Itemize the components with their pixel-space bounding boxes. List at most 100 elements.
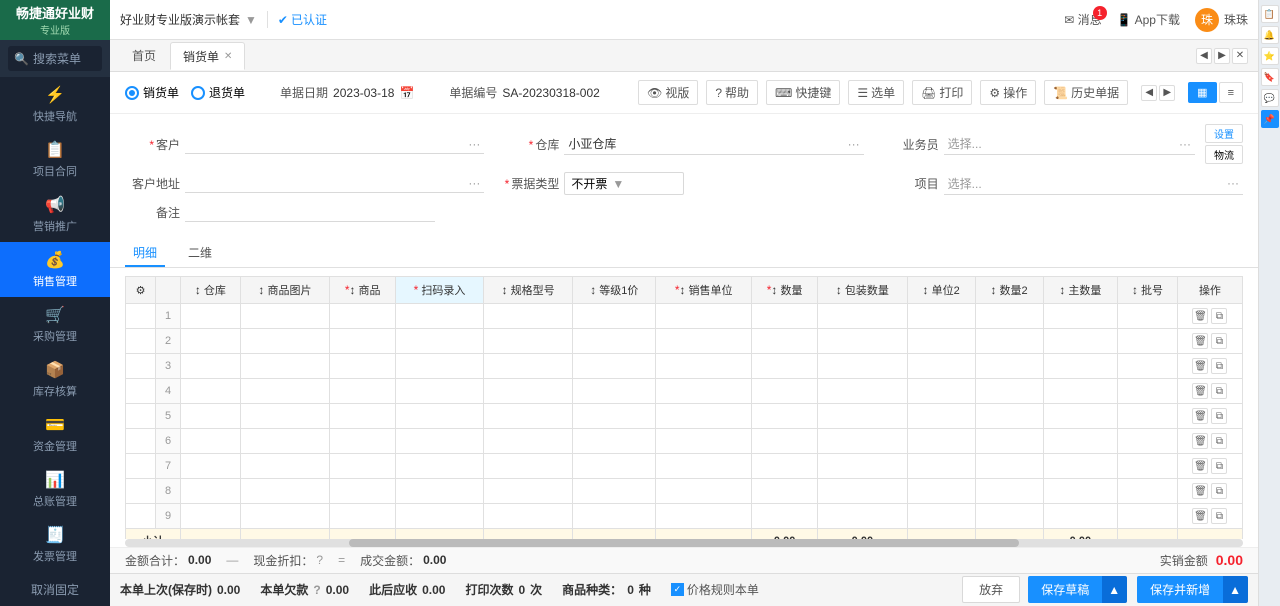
date-value[interactable]: 2023-03-18 [333,86,394,100]
cell[interactable] [483,429,573,454]
sidebar-item-marketing[interactable]: 📢 营销推广 [0,187,110,242]
cell[interactable] [126,379,156,404]
cell[interactable] [1118,354,1178,379]
operation-button[interactable]: ⚙操作 [980,80,1036,105]
th-unit2[interactable]: ↕ 单位2 [907,277,975,304]
cell[interactable] [240,429,330,454]
cell[interactable] [573,354,656,379]
save-new-button[interactable]: 保存并新增 [1137,576,1223,603]
sidebar-item-kuaijie[interactable]: ⚡ 快捷导航 [0,77,110,132]
cell[interactable] [396,404,484,429]
cell[interactable] [181,379,241,404]
row-delete-btn[interactable]: 🗑 [1192,333,1208,349]
cell[interactable] [1118,429,1178,454]
cell[interactable] [1043,329,1118,354]
cell[interactable] [656,504,752,529]
cell[interactable] [752,454,818,479]
cell[interactable] [818,404,908,429]
cell[interactable] [818,379,908,404]
cell[interactable] [483,404,573,429]
cell[interactable] [907,454,975,479]
cell[interactable] [396,354,484,379]
search-menu-button[interactable]: 🔍 搜索菜单 [8,46,102,71]
price-rule-checkbox[interactable]: ✓ 价格规则本单 [671,581,759,598]
project-input[interactable]: 选择... ··· [944,173,1243,195]
cell[interactable] [181,479,241,504]
salesperson-input[interactable]: 选择... ··· [944,133,1195,155]
sidebar-footer[interactable]: 取消固定 [0,573,110,606]
cell[interactable] [181,329,241,354]
row-delete-btn[interactable]: 🗑 [1192,358,1208,374]
th-qty[interactable]: *↕ 数量 [752,277,818,304]
warehouse-input[interactable]: 小亚仓库 ··· [564,133,863,155]
cell[interactable] [752,379,818,404]
cell[interactable] [907,379,975,404]
row-copy-btn[interactable]: ⧉ [1211,358,1227,374]
cell[interactable] [126,404,156,429]
cell[interactable] [818,504,908,529]
cell[interactable] [752,329,818,354]
cell[interactable] [240,479,330,504]
cell[interactable] [181,454,241,479]
table-scrollbar[interactable] [125,539,1243,547]
cell[interactable] [975,479,1043,504]
tab-nav-next[interactable]: ▶ [1214,48,1230,64]
tab-sales-order[interactable]: 销货单 ✕ [170,42,245,70]
cell[interactable] [126,304,156,329]
cell[interactable] [240,354,330,379]
th-warehouse[interactable]: ↕ 仓库 [181,277,241,304]
row-copy-btn[interactable]: ⧉ [1211,433,1227,449]
cell[interactable] [752,304,818,329]
row-copy-btn[interactable]: ⧉ [1211,483,1227,499]
cell[interactable] [396,454,484,479]
calendar-icon[interactable]: 📅 [399,86,414,100]
cell[interactable] [975,379,1043,404]
tab-home[interactable]: 首页 [120,42,168,70]
cell[interactable] [1118,304,1178,329]
tab-close-icon[interactable]: ✕ [224,51,232,62]
cell[interactable] [330,304,396,329]
cell[interactable] [1118,454,1178,479]
cell[interactable] [126,429,156,454]
sidebar-search-area[interactable]: 🔍 搜索菜单 [0,40,110,77]
cell[interactable] [975,504,1043,529]
cell[interactable] [975,304,1043,329]
cell[interactable] [656,479,752,504]
row-copy-btn[interactable]: ⧉ [1211,408,1227,424]
table-row[interactable]: 8🗑⧉ [126,479,1243,504]
cell[interactable] [396,504,484,529]
rt-btn-2[interactable]: 🔔 [1261,26,1279,44]
cell[interactable] [240,304,330,329]
cell[interactable] [752,354,818,379]
form-nav-next[interactable]: ▶ [1159,85,1175,101]
cell[interactable] [330,379,396,404]
cell[interactable] [330,404,396,429]
cell[interactable] [573,479,656,504]
rt-btn-4[interactable]: 🔖 [1261,68,1279,86]
message-button[interactable]: ✉ 消息 1 [1064,11,1101,28]
th-pkg-qty[interactable]: ↕ 包装数量 [818,277,908,304]
cell[interactable] [181,404,241,429]
cell[interactable] [818,454,908,479]
cell[interactable] [240,504,330,529]
row-delete-btn[interactable]: 🗑 [1192,433,1208,449]
invoice-type-select[interactable]: 不开票 ▼ [564,172,684,195]
cell[interactable] [126,479,156,504]
rt-btn-5[interactable]: 💬 [1261,89,1279,107]
cell[interactable] [752,479,818,504]
cell[interactable] [573,304,656,329]
set-button[interactable]: 设置 [1205,124,1243,143]
table-row[interactable]: 9🗑⧉ [126,504,1243,529]
app-download-button[interactable]: 📱 App下载 [1117,11,1180,28]
cell[interactable] [126,329,156,354]
table-row[interactable]: 5🗑⧉ [126,404,1243,429]
warehouse-picker-icon[interactable]: ··· [848,137,860,151]
rt-btn-1[interactable]: 📋 [1261,5,1279,23]
grid-view-button[interactable]: ▦ [1188,82,1216,103]
sidebar-item-sales[interactable]: 💰 销售管理 [0,242,110,297]
th-unit[interactable]: *↕ 销售单位 [656,277,752,304]
address-picker-icon[interactable]: ··· [468,176,480,190]
cell[interactable] [1118,329,1178,354]
cell[interactable] [1043,504,1118,529]
cell[interactable] [573,504,656,529]
